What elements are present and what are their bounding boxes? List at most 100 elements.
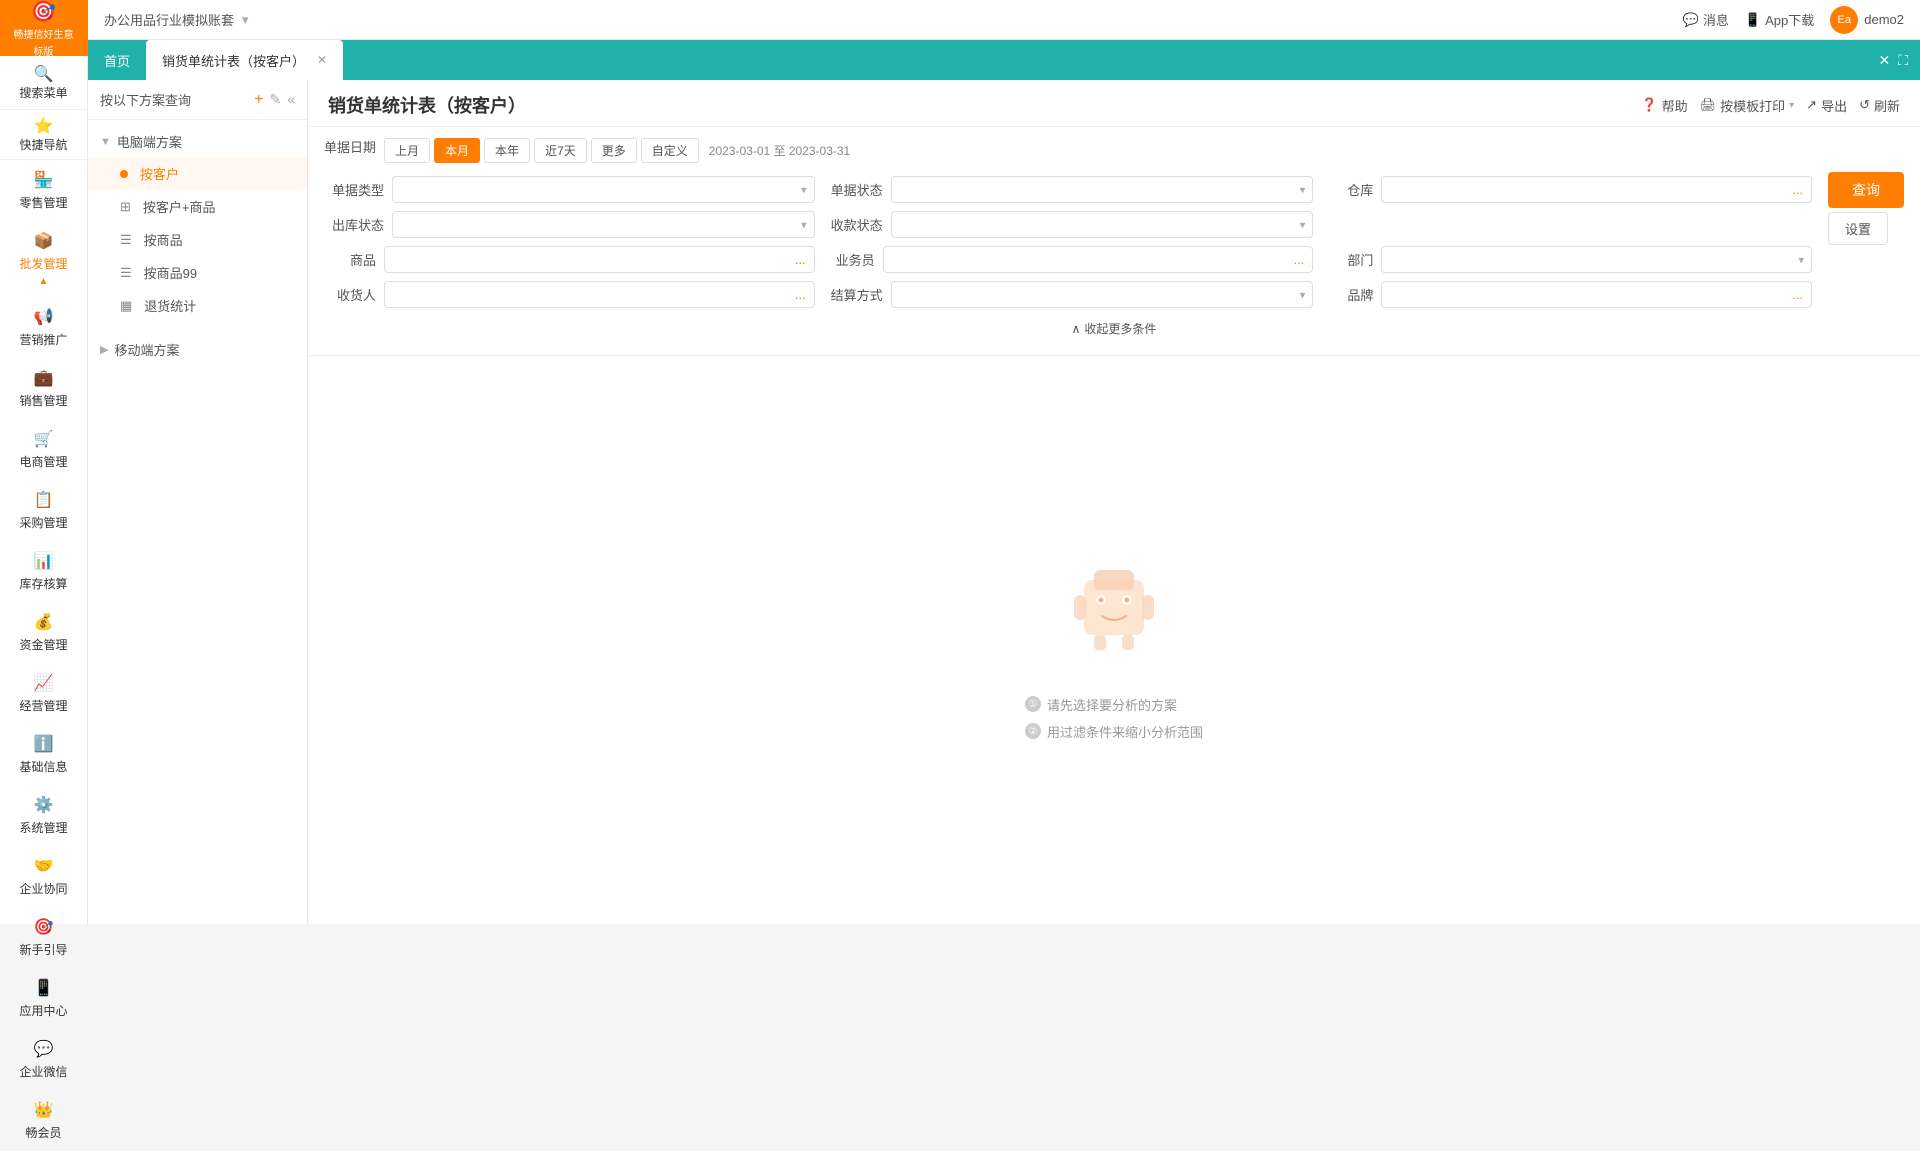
date-btn-last7[interactable]: 近7天 bbox=[534, 138, 587, 163]
sidebar-item-app-center[interactable]: 📱 应用中心 bbox=[0, 968, 87, 1029]
help-btn[interactable]: ❓ 帮助 bbox=[1641, 96, 1687, 115]
wholesale-arrow: ▲ bbox=[39, 276, 49, 287]
main-area: 办公用品行业模拟账套 ▾ 💬 消息 📱 App下载 Ea demo2 首页 销货… bbox=[88, 0, 1920, 924]
date-range: 2023-03-01 至 2023-03-31 bbox=[709, 142, 850, 159]
department-control: ▾ bbox=[1381, 246, 1812, 273]
app-logo[interactable]: 🎯 畅捷信好生意 标版 bbox=[0, 0, 88, 56]
sidebar-finance-label: 资金管理 bbox=[19, 636, 67, 653]
date-btn-custom[interactable]: 自定义 bbox=[641, 138, 699, 163]
sidebar-item-quick-nav[interactable]: ⭐ 快捷导航 bbox=[0, 110, 87, 160]
wholesale-icon: 📦 bbox=[34, 231, 54, 251]
empty-hint-2: ② 用过滤条件来缩小分析范围 bbox=[1025, 722, 1203, 741]
brand-input[interactable]: ... bbox=[1381, 281, 1812, 308]
refresh-btn[interactable]: ↺ 刷新 bbox=[1859, 96, 1900, 115]
sidebar-basic-label: 基础信息 bbox=[19, 758, 67, 775]
filter-row-1: 单据类型 ▾ 单据状态 bbox=[324, 172, 1820, 207]
enterprise-wx-icon: 💬 bbox=[34, 1039, 54, 1059]
doc-status-select[interactable] bbox=[891, 176, 1314, 203]
sidebar-item-search[interactable]: 🔍 搜索菜单 bbox=[0, 56, 87, 110]
scheme-item-by-customer[interactable]: 按客户 bbox=[88, 157, 307, 190]
app-download-icon: 📱 bbox=[1745, 12, 1761, 28]
logo-text: 畅捷信好生意 bbox=[14, 26, 74, 41]
scheme-group-desktop-header[interactable]: ▼ 电脑端方案 bbox=[88, 126, 307, 157]
sidebar-item-ecommerce[interactable]: 🛒 电商管理 bbox=[0, 419, 87, 480]
tab-close-icon[interactable]: ✕ bbox=[317, 53, 327, 67]
department-select[interactable] bbox=[1381, 246, 1812, 273]
scheme-edit-btn[interactable]: ✎ bbox=[269, 91, 281, 109]
collapse-bar[interactable]: ∧ 收起更多条件 bbox=[324, 312, 1904, 345]
empty-svg bbox=[1054, 540, 1174, 660]
scheme-item-refund-stats-label: 退货统计 bbox=[144, 296, 196, 315]
filter-cell-brand: 品牌 ... bbox=[1321, 277, 1820, 312]
receipt-status-select[interactable] bbox=[891, 211, 1314, 238]
salesperson-input[interactable]: ... bbox=[883, 246, 1314, 273]
sidebar-item-wholesale[interactable]: 📦 批发管理 ▲ bbox=[0, 221, 87, 297]
retail-icon: 🏪 bbox=[34, 170, 54, 190]
out-status-select[interactable] bbox=[392, 211, 815, 238]
scheme-item-by-product[interactable]: ☰ 按商品 bbox=[88, 223, 307, 256]
product-label: 商品 bbox=[332, 250, 384, 269]
sidebar-item-vip[interactable]: 👑 畅会员 bbox=[0, 1090, 87, 1151]
scheme-add-btn[interactable]: + bbox=[254, 91, 263, 109]
sidebar-item-system[interactable]: ⚙️ 系统管理 bbox=[0, 785, 87, 846]
receiver-input[interactable]: ... bbox=[384, 281, 815, 308]
sidebar-item-marketing[interactable]: 📢 营销推广 bbox=[0, 297, 87, 358]
date-btn-more[interactable]: 更多 bbox=[591, 138, 637, 163]
settings-button[interactable]: 设置 bbox=[1828, 212, 1888, 245]
scheme-collapse-btn[interactable]: « bbox=[287, 91, 295, 109]
sidebar-item-operations[interactable]: 📈 经营管理 bbox=[0, 663, 87, 724]
sidebar-item-retail[interactable]: 🏪 零售管理 bbox=[0, 160, 87, 221]
print-dropdown-icon[interactable]: ▾ bbox=[1789, 100, 1794, 111]
scheme-group-mobile-arrow: ▶ bbox=[100, 343, 108, 356]
hint-num-1: ① bbox=[1025, 696, 1041, 712]
export-icon: ↗ bbox=[1806, 97, 1817, 113]
sidebar-item-enterprise[interactable]: 🤝 企业协同 bbox=[0, 846, 87, 907]
date-btn-this-year[interactable]: 本年 bbox=[484, 138, 530, 163]
tab-home[interactable]: 首页 bbox=[88, 40, 146, 80]
salesperson-dots-btn[interactable]: ... bbox=[1293, 252, 1304, 267]
settlement-select[interactable] bbox=[891, 281, 1314, 308]
sidebar-sales-label: 销售管理 bbox=[19, 392, 67, 409]
date-btn-last-month[interactable]: 上月 bbox=[384, 138, 430, 163]
sidebar-marketing-label: 营销推广 bbox=[19, 331, 67, 348]
sidebar-item-sales[interactable]: 💼 销售管理 bbox=[0, 358, 87, 419]
date-btn-this-month[interactable]: 本月 bbox=[434, 138, 480, 163]
help-label: 帮助 bbox=[1662, 96, 1688, 115]
print-btn[interactable]: 🖨 按模板打印 ▾ bbox=[1700, 96, 1795, 115]
app-download-btn[interactable]: 📱 App下载 bbox=[1745, 10, 1814, 29]
hint-text-1: 请先选择要分析的方案 bbox=[1047, 695, 1177, 714]
tab-report[interactable]: 销货单统计表（按客户） ✕ bbox=[146, 40, 343, 80]
scheme-group-mobile-header[interactable]: ▶ 移动端方案 bbox=[88, 334, 307, 365]
sidebar-item-enterprise-wx[interactable]: 💬 企业微信 bbox=[0, 1029, 87, 1090]
receiver-dots-btn[interactable]: ... bbox=[795, 287, 806, 302]
sidebar-item-purchase[interactable]: 📋 采购管理 bbox=[0, 480, 87, 541]
scheme-item-by-product99[interactable]: ☰ 按商品99 bbox=[88, 256, 307, 289]
marketing-icon: 📢 bbox=[34, 307, 54, 327]
sidebar-item-finance[interactable]: 💰 资金管理 bbox=[0, 602, 87, 663]
warehouse-dots-btn[interactable]: ... bbox=[1792, 182, 1803, 197]
filters-columns: 单据类型 ▾ 单据状态 bbox=[324, 172, 1820, 312]
sidebar-item-inventory[interactable]: 📊 库存核算 bbox=[0, 541, 87, 602]
scheme-header: 按以下方案查询 + ✎ « bbox=[88, 80, 307, 120]
user-profile[interactable]: Ea demo2 bbox=[1830, 6, 1904, 34]
export-btn[interactable]: ↗ 导出 bbox=[1806, 96, 1847, 115]
product-input[interactable]: ... bbox=[384, 246, 815, 273]
scheme-item-by-customer-product[interactable]: ⊞ 按客户+商品 bbox=[88, 190, 307, 223]
scheme-group-mobile: ▶ 移动端方案 bbox=[88, 328, 307, 371]
warehouse-label: 仓库 bbox=[1329, 180, 1381, 199]
sidebar-search-label: 搜索菜单 bbox=[0, 84, 87, 101]
tab-expand-icon[interactable]: ⛶ bbox=[1898, 52, 1908, 69]
scheme-item-refund-stats[interactable]: ▦ 退货统计 bbox=[88, 289, 307, 322]
sidebar-item-basic[interactable]: ℹ️ 基础信息 bbox=[0, 724, 87, 785]
message-btn[interactable]: 💬 消息 bbox=[1683, 10, 1729, 29]
warehouse-input[interactable]: ... bbox=[1381, 176, 1812, 203]
doc-type-select[interactable] bbox=[392, 176, 815, 203]
brand-dots-btn[interactable]: ... bbox=[1792, 287, 1803, 302]
query-button[interactable]: 查询 bbox=[1828, 172, 1904, 208]
receiver-label: 收货人 bbox=[332, 285, 384, 304]
sidebar-item-newbie[interactable]: 🎯 新手引导 bbox=[0, 907, 87, 968]
tab-close-window-icon[interactable]: ✕ bbox=[1878, 52, 1890, 69]
header-dropdown-icon[interactable]: ▾ bbox=[242, 12, 249, 28]
product-dots-btn[interactable]: ... bbox=[795, 252, 806, 267]
newbie-icon: 🎯 bbox=[34, 917, 54, 937]
